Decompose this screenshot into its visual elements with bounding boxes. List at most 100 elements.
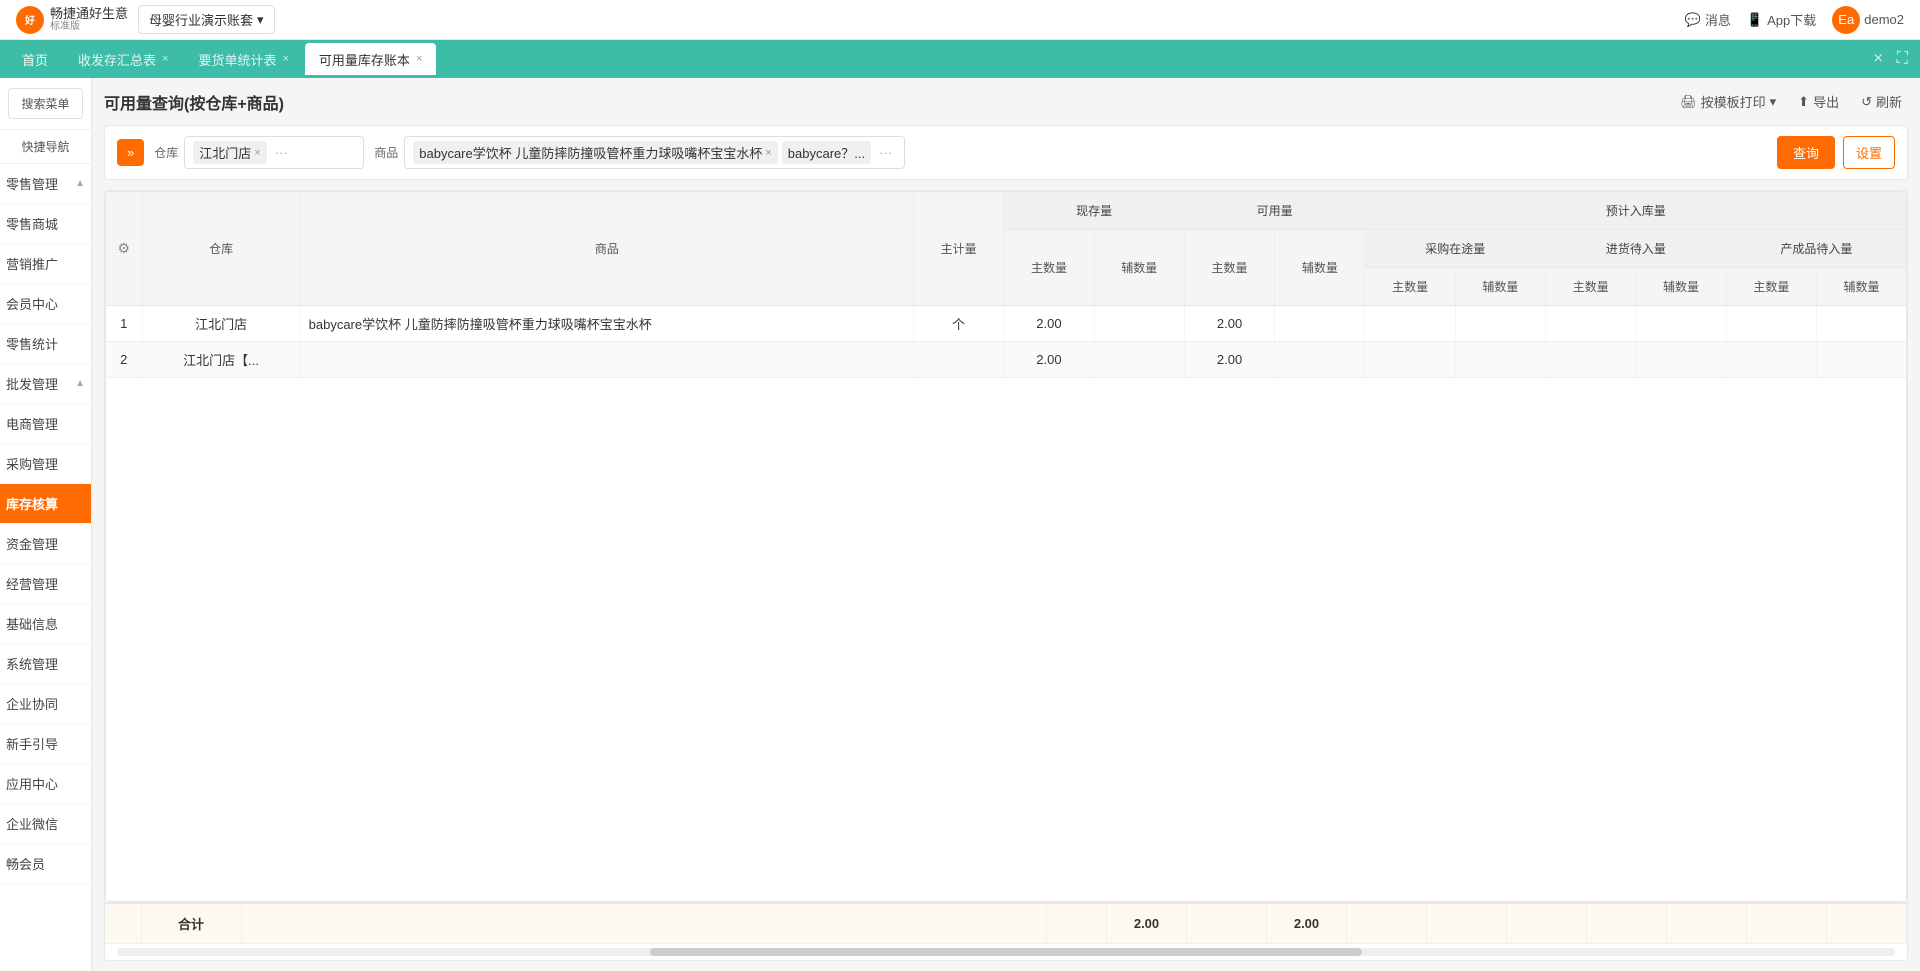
sidebar-item-retail-mgmt[interactable]: 零售管理 ▲ xyxy=(0,164,91,204)
th-purchase-sub: 辅数量 xyxy=(1455,268,1545,306)
table-row: 1 江北门店 babycare学饮杯 儿童防摔防撞吸管杯重力球吸嘴杯宝宝水杯 个… xyxy=(106,306,1906,342)
cell-index: 2 xyxy=(106,342,142,378)
cell-main-unit: 个 xyxy=(914,306,1004,342)
app-download-btn[interactable]: 📱 App下载 xyxy=(1747,10,1816,29)
message-btn[interactable]: 💬 消息 xyxy=(1685,10,1731,29)
summary-avail-main: 2.00 xyxy=(1267,904,1347,944)
cell-stock-sub xyxy=(1094,342,1184,378)
sidebar-item-finance[interactable]: 资金管理 xyxy=(0,524,91,564)
product-tag-2: babycare？... xyxy=(782,141,871,164)
th-product: 商品 xyxy=(300,192,913,306)
product-input[interactable]: babycare学饮杯 儿童防摔防撞吸管杯重力球吸嘴杯宝宝水杯 × babyca… xyxy=(404,136,905,169)
th-warehouse: 仓库 xyxy=(142,192,300,306)
th-purchase-transit: 采购在途量 xyxy=(1365,230,1546,268)
cell-stock-main: 2.00 xyxy=(1004,306,1094,342)
th-stock-main: 主数量 xyxy=(1004,230,1094,306)
sidebar-item-vip[interactable]: 畅会员 xyxy=(0,844,91,884)
tab-available-stock[interactable]: 可用量库存账本 × xyxy=(305,43,436,75)
cell-avail-main: 2.00 xyxy=(1184,342,1274,378)
sidebar-item-app-center[interactable]: 应用中心 xyxy=(0,764,91,804)
sidebar-item-purchase[interactable]: 采购管理 xyxy=(0,444,91,484)
content-area: 可用量查询(按仓库+商品) 🖨 按模板打印 ▾ ⬆ 导出 ↺ 刷新 » xyxy=(92,78,1920,971)
top-bar-left: 好 畅捷通好生意 标准版 母婴行业演示账套 ▾ xyxy=(16,5,275,34)
scrollbar[interactable] xyxy=(117,948,1895,956)
close-tab-available[interactable]: × xyxy=(416,53,422,65)
sidebar-item-system[interactable]: 系统管理 xyxy=(0,644,91,684)
cell-warehouse: 江北门店 xyxy=(142,306,300,342)
maximize-btn[interactable]: ⛶ xyxy=(1893,48,1912,70)
cell-index: 1 xyxy=(106,306,142,342)
sidebar-item-operations[interactable]: 经营管理 xyxy=(0,564,91,604)
tab-receivable[interactable]: 收发存汇总表 × xyxy=(64,43,182,75)
sidebar-item-wechat[interactable]: 企业微信 xyxy=(0,804,91,844)
sidebar-item-ecommerce[interactable]: 电商管理 xyxy=(0,404,91,444)
nav-controls: × ⛶ xyxy=(1869,48,1912,70)
settings-button[interactable]: 设置 xyxy=(1843,136,1895,169)
th-production-pending: 产成品待入量 xyxy=(1726,230,1906,268)
warehouse-input[interactable]: 江北门店 × ··· xyxy=(184,136,364,169)
summary-stock-main: 2.00 xyxy=(1107,904,1187,944)
th-incoming-pending: 进货待入量 xyxy=(1546,230,1727,268)
cell-product xyxy=(300,342,913,378)
summary-row: 合计 2.00 2.00 xyxy=(105,904,1907,944)
user-profile[interactable]: Ea demo2 xyxy=(1832,6,1904,34)
cell-prod-main xyxy=(1726,306,1816,342)
sidebar-item-retail-mall[interactable]: 零售商城 xyxy=(0,204,91,244)
logo-text: 畅捷通好生意 标准版 xyxy=(50,6,128,34)
cell-incoming-sub xyxy=(1636,342,1726,378)
column-settings-icon[interactable]: ⚙ xyxy=(117,240,130,256)
filter-bar: » 仓库 江北门店 × ··· 商品 babycare学饮杯 儿童防摔防撞吸管杯… xyxy=(104,125,1908,180)
warehouse-tag: 江北门店 × xyxy=(193,141,266,164)
filter-toggle-btn[interactable]: » xyxy=(117,139,144,166)
remove-warehouse-tag[interactable]: × xyxy=(254,147,260,159)
close-tab-order[interactable]: × xyxy=(282,53,288,65)
th-avail-main: 主数量 xyxy=(1184,230,1274,306)
main-layout: 搜索菜单 快捷导航 零售管理 ▲ 零售商城 营销推广 会员中心 零售统计 批发管… xyxy=(0,78,1920,971)
sidebar: 搜索菜单 快捷导航 零售管理 ▲ 零售商城 营销推广 会员中心 零售统计 批发管… xyxy=(0,78,92,971)
summary-label: 合计 xyxy=(141,904,241,944)
cell-incoming-main xyxy=(1546,342,1636,378)
industry-selector[interactable]: 母婴行业演示账套 ▾ xyxy=(138,5,275,34)
th-available: 可用量 xyxy=(1184,192,1365,230)
sidebar-item-retail-stats[interactable]: 零售统计 xyxy=(0,324,91,364)
sidebar-item-base-info[interactable]: 基础信息 xyxy=(0,604,91,644)
sidebar-search: 搜索菜单 xyxy=(0,78,91,130)
logo-icon: 好 xyxy=(16,6,44,34)
cell-incoming-main xyxy=(1546,306,1636,342)
cell-purchase-sub xyxy=(1455,306,1545,342)
sidebar-item-members[interactable]: 会员中心 xyxy=(0,284,91,324)
sidebar-item-cooperation[interactable]: 企业协同 xyxy=(0,684,91,724)
scrollbar-thumb xyxy=(650,948,1361,956)
print-btn[interactable]: 🖨 按模板打印 ▾ xyxy=(1674,88,1782,115)
export-btn[interactable]: ⬆ 导出 xyxy=(1792,88,1845,115)
refresh-icon: ↺ xyxy=(1861,94,1872,110)
tab-order-stats[interactable]: 要货单统计表 × xyxy=(184,43,302,75)
th-planned-incoming: 预计入库量 xyxy=(1365,192,1906,230)
th-prod-sub: 辅数量 xyxy=(1816,268,1906,306)
th-incoming-main: 主数量 xyxy=(1546,268,1636,306)
remove-product-tag-1[interactable]: × xyxy=(765,147,771,159)
th-current-stock: 现存量 xyxy=(1004,192,1185,230)
th-stock-sub: 辅数量 xyxy=(1094,230,1184,306)
cell-stock-sub xyxy=(1094,306,1184,342)
refresh-btn[interactable]: ↺ 刷新 xyxy=(1855,88,1908,115)
nav-tabs: 首页 收发存汇总表 × 要货单统计表 × 可用量库存账本 × × ⛶ xyxy=(0,40,1920,78)
query-button[interactable]: 查询 xyxy=(1777,136,1835,169)
sidebar-item-newbie[interactable]: 新手引导 xyxy=(0,724,91,764)
cell-main-unit xyxy=(914,342,1004,378)
search-menu-btn[interactable]: 搜索菜单 xyxy=(8,88,83,119)
close-all-tabs[interactable]: × xyxy=(1869,48,1886,70)
product-more[interactable]: ··· xyxy=(875,145,896,160)
th-prod-main: 主数量 xyxy=(1726,268,1816,306)
cell-purchase-main xyxy=(1365,306,1455,342)
shortcut-nav-btn[interactable]: 快捷导航 xyxy=(0,130,91,164)
sidebar-item-inventory[interactable]: 库存核算 xyxy=(0,484,91,524)
th-purchase-main: 主数量 xyxy=(1365,268,1455,306)
close-tab-receivable[interactable]: × xyxy=(162,53,168,65)
tab-home[interactable]: 首页 xyxy=(8,44,62,75)
page-title: 可用量查询(按仓库+商品) xyxy=(104,90,284,114)
sidebar-item-wholesale[interactable]: 批发管理 ▲ xyxy=(0,364,91,404)
download-icon: 📱 xyxy=(1747,12,1763,28)
sidebar-item-marketing[interactable]: 营销推广 xyxy=(0,244,91,284)
warehouse-more[interactable]: ··· xyxy=(271,145,292,160)
